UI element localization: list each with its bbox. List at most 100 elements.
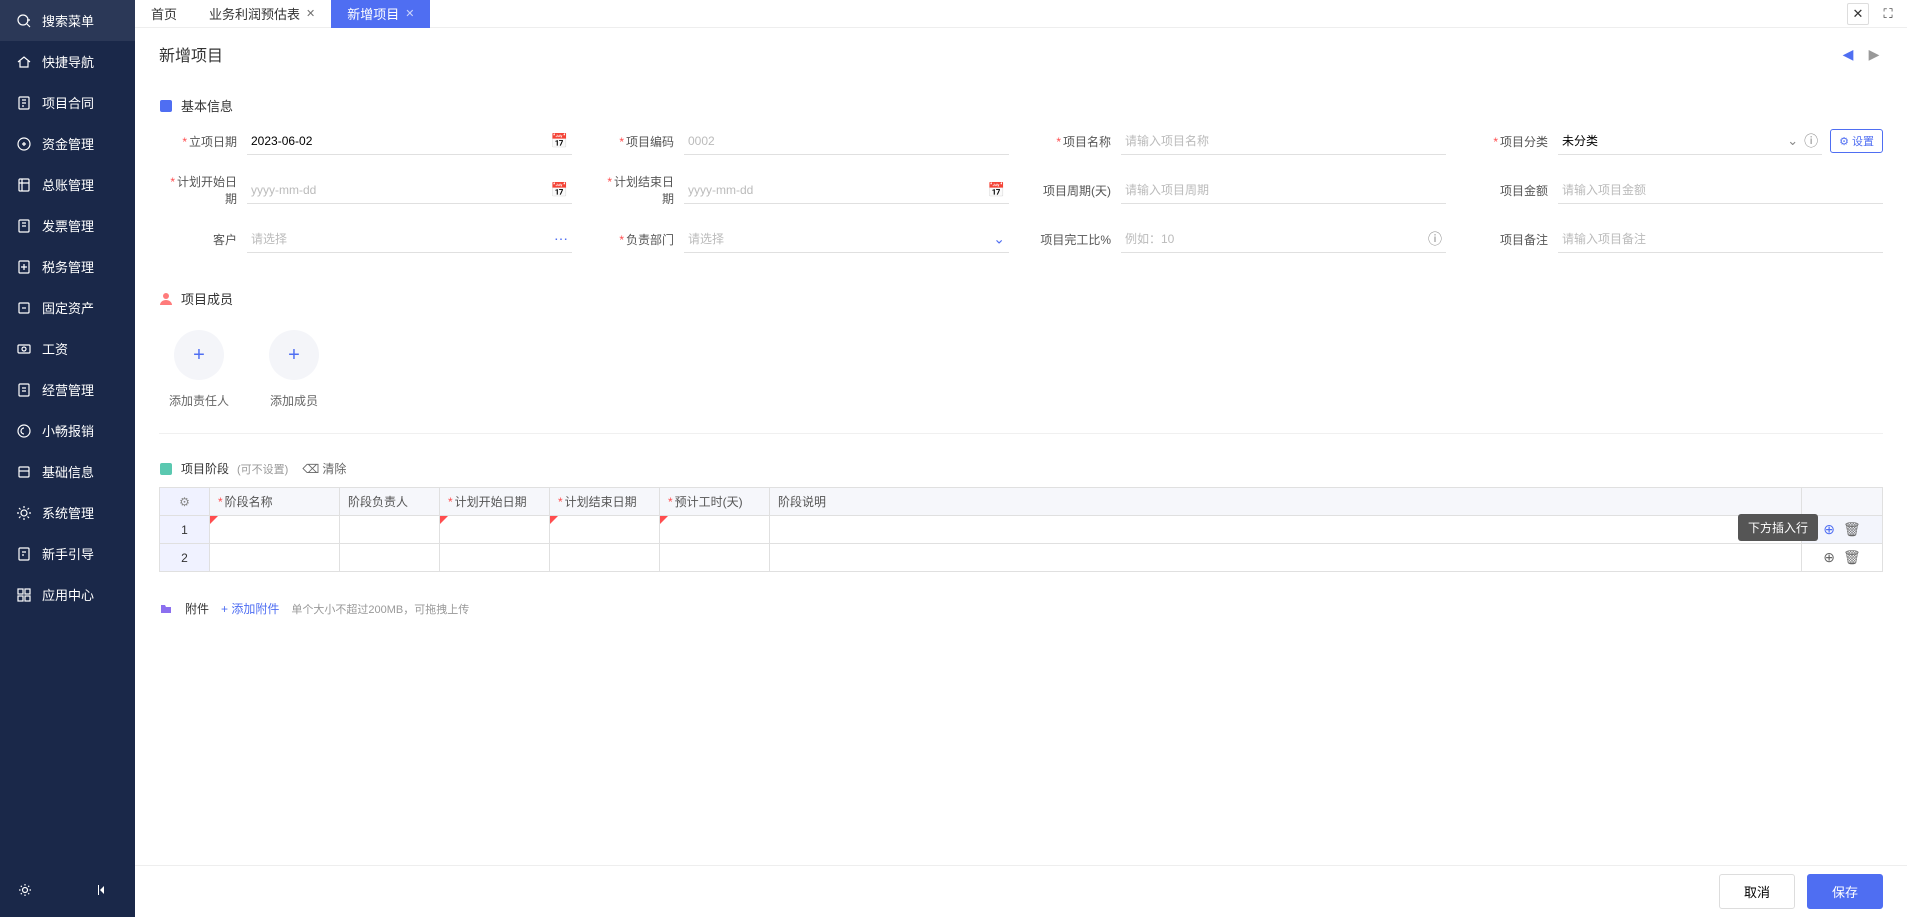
calendar-icon[interactable]: 📅 bbox=[551, 133, 568, 150]
form-section-icon bbox=[159, 99, 173, 113]
field-label: 项目分类 bbox=[1500, 135, 1548, 149]
customer-select[interactable] bbox=[247, 225, 572, 253]
sidebar-item-quicknav[interactable]: 快捷导航 bbox=[0, 41, 135, 82]
calendar-icon[interactable]: 📅 bbox=[988, 182, 1005, 199]
tab-bar: 首页 业务利润预估表 ✕ 新增项目 ✕ ✕ ⛶ bbox=[135, 0, 1907, 28]
sidebar-item-system[interactable]: 系统管理 bbox=[0, 492, 135, 533]
page-title: 新增项目 bbox=[159, 42, 223, 66]
sidebar-item-label: 应用中心 bbox=[42, 585, 94, 604]
next-record-button[interactable]: ▶ bbox=[1865, 45, 1883, 63]
save-button[interactable]: 保存 bbox=[1807, 874, 1883, 909]
sidebar-item-contract[interactable]: 项目合同 bbox=[0, 82, 135, 123]
field-label: 项目金额 bbox=[1500, 184, 1548, 198]
category-settings-button[interactable]: ⚙ 设置 bbox=[1830, 129, 1883, 153]
close-icon[interactable]: ✕ bbox=[306, 7, 315, 20]
project-name-input[interactable] bbox=[1121, 127, 1446, 155]
sidebar-item-label: 新手引导 bbox=[42, 544, 94, 563]
sidebar-item-label: 固定资产 bbox=[42, 298, 94, 317]
sidebar-item-expense[interactable]: 小畅报销 bbox=[0, 410, 135, 451]
add-owner-button[interactable]: + bbox=[174, 330, 224, 380]
tab-label: 首页 bbox=[151, 4, 177, 23]
sidebar-item-operations[interactable]: 经营管理 bbox=[0, 369, 135, 410]
title-bar: 新增项目 ◀ ▶ bbox=[135, 28, 1907, 80]
table-row[interactable]: 1 ⊕ 🗑 bbox=[160, 516, 1882, 544]
cycle-days-input[interactable] bbox=[1121, 176, 1446, 204]
field-label: 项目备注 bbox=[1500, 233, 1548, 247]
delete-row-button[interactable]: 🗑 bbox=[1843, 521, 1861, 538]
sidebar: 搜索菜单 快捷导航 项目合同 资金管理 总账管理 发票管理 税务管理 固定资产 bbox=[0, 0, 135, 917]
dept-select[interactable] bbox=[684, 225, 1009, 253]
required-marker-icon bbox=[660, 516, 668, 524]
field-label: 项目名称 bbox=[1063, 135, 1111, 149]
sidebar-search[interactable]: 搜索菜单 bbox=[0, 0, 135, 41]
sidebar-item-ledger[interactable]: 总账管理 bbox=[0, 164, 135, 205]
tab-label: 新增项目 bbox=[347, 4, 399, 23]
col-header: 预计工时(天) bbox=[675, 493, 743, 510]
help-icon[interactable]: ⓘ bbox=[1428, 229, 1442, 249]
project-code-input[interactable] bbox=[684, 127, 1009, 155]
chevron-down-icon[interactable]: ⌄ bbox=[993, 231, 1005, 248]
sidebar-item-funds[interactable]: 资金管理 bbox=[0, 123, 135, 164]
home-icon bbox=[16, 54, 32, 70]
tab-profit-estimate[interactable]: 业务利润预估表 ✕ bbox=[193, 0, 331, 28]
expand-icon[interactable]: ⛶ bbox=[1877, 3, 1899, 25]
guide-icon bbox=[16, 546, 32, 562]
plan-start-input[interactable] bbox=[247, 176, 572, 204]
collapse-sidebar-icon[interactable] bbox=[94, 881, 112, 899]
clear-phases-button[interactable]: ⌫ 清除 bbox=[302, 460, 346, 477]
prev-record-button[interactable]: ◀ bbox=[1839, 45, 1857, 63]
gear-icon: ⚙ bbox=[1839, 135, 1849, 148]
amount-input[interactable] bbox=[1558, 176, 1883, 204]
cancel-button[interactable]: 取消 bbox=[1719, 874, 1795, 909]
col-header: 计划开始日期 bbox=[455, 493, 527, 510]
sidebar-item-label: 资金管理 bbox=[42, 134, 94, 153]
add-member-button[interactable]: + bbox=[269, 330, 319, 380]
expense-icon bbox=[16, 423, 32, 439]
tab-new-project[interactable]: 新增项目 ✕ bbox=[331, 0, 430, 28]
sidebar-item-tax[interactable]: 税务管理 bbox=[0, 246, 135, 287]
salary-icon bbox=[16, 341, 32, 357]
chevron-down-icon[interactable]: ⌄ bbox=[1787, 133, 1798, 149]
tab-home[interactable]: 首页 bbox=[135, 0, 193, 28]
project-category-select[interactable] bbox=[1558, 127, 1822, 155]
remark-input[interactable] bbox=[1558, 225, 1883, 253]
settings-icon[interactable] bbox=[16, 881, 34, 899]
sidebar-item-guide[interactable]: 新手引导 bbox=[0, 533, 135, 574]
sidebar-item-invoice[interactable]: 发票管理 bbox=[0, 205, 135, 246]
insert-row-button[interactable]: ⊕ bbox=[1823, 521, 1835, 538]
add-attachment-button[interactable]: + 添加附件 bbox=[221, 600, 279, 617]
progress-input[interactable] bbox=[1121, 225, 1446, 253]
col-header: 阶段名称 bbox=[225, 493, 273, 510]
phases-hint: (可不设置) bbox=[237, 461, 288, 477]
table-row[interactable]: 2 ⊕ 🗑 bbox=[160, 544, 1882, 571]
row-number: 2 bbox=[160, 544, 210, 571]
attachment-hint: 单个大小不超过200MB，可拖拽上传 bbox=[291, 601, 469, 617]
help-icon[interactable]: ⓘ bbox=[1804, 131, 1818, 151]
sidebar-item-salary[interactable]: 工资 bbox=[0, 328, 135, 369]
plan-end-input[interactable] bbox=[684, 176, 1009, 204]
create-date-input[interactable] bbox=[247, 127, 572, 155]
sidebar-item-apps[interactable]: 应用中心 bbox=[0, 574, 135, 615]
sidebar-search-label: 搜索菜单 bbox=[42, 11, 94, 30]
sidebar-item-label: 系统管理 bbox=[42, 503, 94, 522]
close-panel-button[interactable]: ✕ bbox=[1847, 3, 1869, 25]
sidebar-item-assets[interactable]: 固定资产 bbox=[0, 287, 135, 328]
search-icon bbox=[16, 13, 32, 29]
tab-label: 业务利润预估表 bbox=[209, 4, 300, 23]
gear-icon bbox=[16, 505, 32, 521]
insert-row-button[interactable]: ⊕ bbox=[1823, 549, 1835, 566]
assets-icon bbox=[16, 300, 32, 316]
required-marker-icon bbox=[210, 516, 218, 524]
field-label: 项目周期(天) bbox=[1043, 184, 1111, 198]
sidebar-item-basicinfo[interactable]: 基础信息 bbox=[0, 451, 135, 492]
sidebar-item-label: 项目合同 bbox=[42, 93, 94, 112]
attachment-section-icon bbox=[159, 602, 173, 616]
delete-row-button[interactable]: 🗑 bbox=[1843, 549, 1861, 566]
gear-icon[interactable]: ⚙ bbox=[179, 495, 190, 509]
more-icon[interactable]: ⋯ bbox=[554, 231, 568, 248]
close-icon[interactable]: ✕ bbox=[405, 7, 414, 20]
sidebar-item-label: 税务管理 bbox=[42, 257, 94, 276]
calendar-icon[interactable]: 📅 bbox=[551, 182, 568, 199]
sidebar-item-label: 工资 bbox=[42, 339, 68, 358]
col-header: 阶段负责人 bbox=[348, 493, 408, 510]
